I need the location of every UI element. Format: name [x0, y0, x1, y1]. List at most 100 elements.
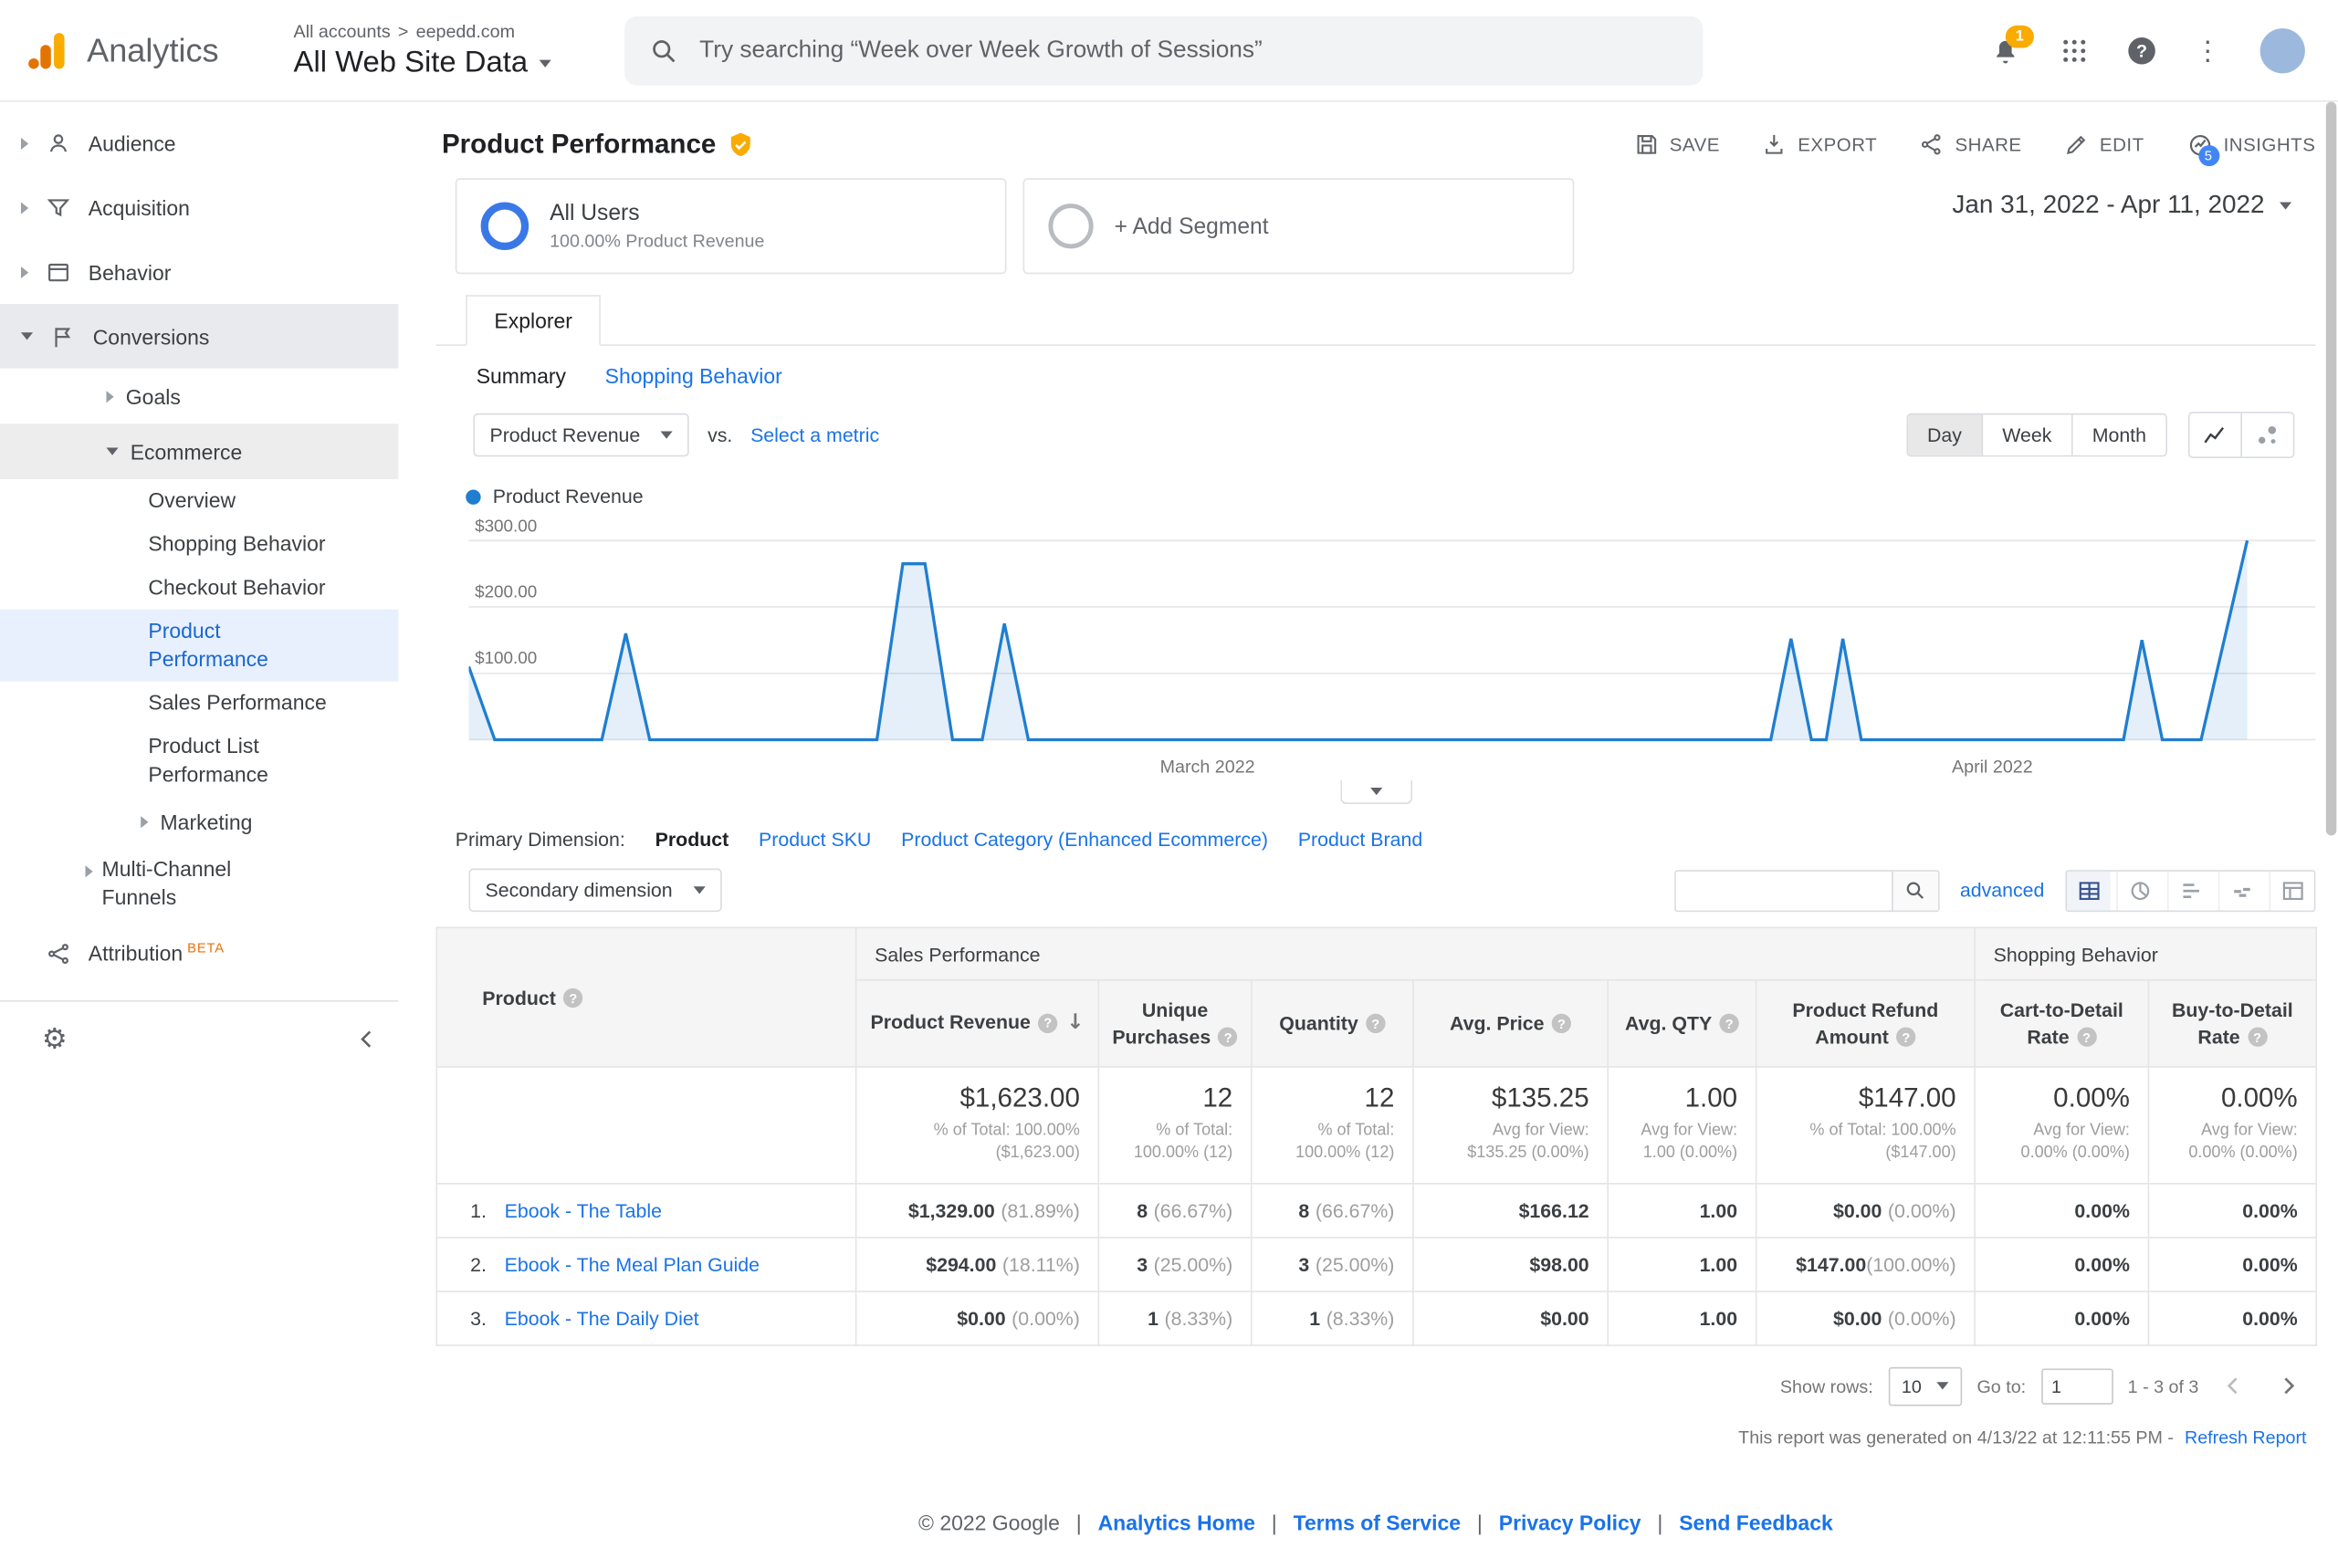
group-header-shopping-behavior: Shopping Behavior — [1974, 926, 2318, 981]
column-header-quantity[interactable]: Quantity? — [1250, 978, 1414, 1068]
global-search[interactable] — [624, 16, 1704, 85]
comparison-view-icon[interactable] — [2217, 871, 2263, 910]
dimension-product-category[interactable]: Product Category (Enhanced Ecommerce) — [901, 828, 1268, 851]
granularity-week[interactable]: Week — [1981, 414, 2071, 455]
share-button[interactable]: SHARE — [1919, 131, 2022, 157]
footer-link-terms[interactable]: Terms of Service — [1294, 1511, 1461, 1534]
sidebar-item-sales-performance[interactable]: Sales Performance — [0, 681, 398, 725]
help-icon[interactable]: ? — [2247, 1027, 2268, 1047]
scrollbar-thumb[interactable] — [2325, 101, 2337, 836]
help-icon[interactable]: ? — [1365, 1014, 1386, 1034]
table-view-icon[interactable] — [2067, 871, 2111, 910]
breadcrumb-account[interactable]: eepedd.com — [416, 20, 515, 41]
segment-ring-icon — [480, 202, 529, 250]
global-search-input[interactable] — [696, 35, 1680, 66]
sidebar-item-multi-channel-funnels[interactable]: Multi-Channel Funnels — [0, 846, 398, 921]
analytics-logo-icon[interactable] — [24, 26, 71, 74]
help-icon[interactable]: ? — [563, 988, 583, 1009]
sidebar-item-goals[interactable]: Goals — [0, 369, 398, 424]
product-link[interactable]: Ebook - The Daily Diet — [505, 1307, 699, 1330]
insights-button[interactable]: 5 INSIGHTS — [2186, 131, 2316, 166]
breadcrumb-all-accounts[interactable]: All accounts — [294, 20, 391, 41]
dimension-product-brand[interactable]: Product Brand — [1298, 828, 1422, 851]
goto-page-input[interactable] — [2040, 1367, 2113, 1405]
sidebar-item-acquisition[interactable]: Acquisition — [0, 175, 398, 240]
select-metric-link[interactable]: Select a metric — [750, 423, 879, 446]
granularity-month[interactable]: Month — [2071, 414, 2166, 455]
pivot-view-icon[interactable] — [2269, 871, 2314, 910]
performance-view-icon[interactable] — [2166, 871, 2212, 910]
admin-gear-icon[interactable]: ⚙ — [42, 1023, 68, 1056]
tab-explorer[interactable]: Explorer — [466, 295, 602, 346]
sidebar-item-marketing[interactable]: Marketing — [0, 797, 398, 846]
notifications-bell-icon[interactable]: 1 — [1990, 25, 2034, 66]
column-header-product-revenue[interactable]: Product Revenue? ↓ — [854, 978, 1100, 1068]
timeseries-chart[interactable]: $300.00 $200.00 $100.00 March 2022 April… — [468, 514, 2316, 780]
prev-page-icon[interactable] — [2214, 1368, 2253, 1404]
column-header-buy-to-detail-rate[interactable]: Buy-to-Detail Rate? — [2147, 978, 2318, 1068]
sidebar-item-attribution[interactable]: Attribution BETA — [0, 921, 398, 986]
sidebar-item-ecommerce[interactable]: Ecommerce — [0, 423, 399, 479]
column-header-unique-purchases[interactable]: Unique Purchases? — [1097, 978, 1253, 1068]
column-header-product-refund-amount[interactable]: Product Refund Amount? — [1755, 978, 1976, 1068]
sidebar-item-conversions[interactable]: Conversions — [0, 304, 399, 369]
footer-link-privacy[interactable]: Privacy Policy — [1499, 1511, 1641, 1534]
export-button[interactable]: EXPORT — [1762, 131, 1877, 157]
edit-button[interactable]: EDIT — [2064, 131, 2144, 157]
metric-selector[interactable]: Product Revenue — [473, 413, 690, 457]
advanced-link[interactable]: advanced — [1960, 879, 2045, 902]
view-selector-label[interactable]: All Web Site Data — [294, 46, 529, 80]
table-search-input[interactable] — [1675, 871, 1892, 910]
percentage-view-icon[interactable] — [2116, 871, 2161, 910]
column-header-avg-qty[interactable]: Avg. QTY? — [1607, 978, 1757, 1068]
add-segment-label: + Add Segment — [1114, 213, 1269, 239]
sidebar-item-audience[interactable]: Audience — [0, 110, 398, 175]
help-icon[interactable]: ? — [1719, 1014, 1739, 1034]
search-icon — [653, 39, 676, 62]
footer-link-analytics-home[interactable]: Analytics Home — [1098, 1511, 1255, 1534]
avatar[interactable] — [2259, 27, 2305, 73]
help-icon[interactable]: ? — [2076, 1027, 2097, 1047]
table-search-button[interactable] — [1891, 871, 1938, 910]
product-link[interactable]: Ebook - The Table — [505, 1199, 662, 1222]
line-chart-type-icon[interactable] — [2190, 413, 2241, 457]
refresh-report-link[interactable]: Refresh Report — [2185, 1427, 2307, 1448]
sidebar-label-product-performance: Product Performance — [148, 618, 268, 671]
sidebar-item-checkout-behavior[interactable]: Checkout Behavior — [0, 566, 398, 610]
sidebar-item-behavior[interactable]: Behavior — [0, 239, 398, 304]
apps-grid-icon[interactable] — [2060, 36, 2090, 66]
collapse-sidebar-icon[interactable] — [356, 1027, 377, 1051]
column-header-avg-price[interactable]: Avg. Price? — [1412, 978, 1609, 1068]
help-icon[interactable]: ? — [1218, 1027, 1238, 1047]
help-icon[interactable]: ? — [2128, 37, 2155, 64]
more-vert-icon[interactable]: ⋮ — [2194, 37, 2221, 64]
add-segment-button[interactable]: + Add Segment — [1022, 178, 1575, 275]
dimension-product[interactable]: Product — [655, 828, 729, 851]
date-range-picker[interactable]: Jan 31, 2022 - Apr 11, 2022 — [1952, 178, 2315, 220]
help-icon[interactable]: ? — [1551, 1014, 1572, 1034]
account-picker[interactable]: All accounts > eepedd.com All Web Site D… — [294, 20, 616, 80]
show-rows-select[interactable]: 10 — [1888, 1366, 1963, 1406]
secondary-dimension-selector[interactable]: Secondary dimension — [468, 868, 722, 913]
subtab-summary[interactable]: Summary — [477, 364, 566, 388]
dimension-product-sku[interactable]: Product SKU — [759, 828, 871, 851]
column-header-cart-to-detail-rate[interactable]: Cart-to-Detail Rate? — [1974, 978, 2150, 1068]
segment-all-users[interactable]: All Users 100.00% Product Revenue — [455, 178, 1007, 275]
product-link[interactable]: Ebook - The Meal Plan Guide — [505, 1253, 760, 1276]
sidebar-item-product-performance[interactable]: Product Performance — [0, 609, 399, 682]
save-button[interactable]: SAVE — [1633, 131, 1720, 157]
sidebar-item-product-list-performance[interactable]: Product List Performance — [0, 725, 398, 797]
help-icon[interactable]: ? — [1896, 1027, 1916, 1047]
sidebar-item-overview[interactable]: Overview — [0, 479, 398, 523]
page-scrollbar[interactable] — [2324, 101, 2338, 1568]
sidebar-item-shopping-behavior[interactable]: Shopping Behavior — [0, 523, 398, 567]
chevron-down-icon — [693, 886, 706, 894]
granularity-day[interactable]: Day — [1907, 414, 1982, 455]
column-header-product[interactable]: Product? — [435, 926, 857, 1068]
subtab-shopping-behavior[interactable]: Shopping Behavior — [605, 364, 782, 388]
motion-chart-type-icon[interactable] — [2240, 413, 2292, 457]
footer-link-feedback[interactable]: Send Feedback — [1679, 1511, 1832, 1534]
collapse-chart-button[interactable] — [1339, 779, 1412, 805]
help-icon[interactable]: ? — [1038, 1013, 1058, 1033]
next-page-icon[interactable] — [2268, 1368, 2307, 1404]
